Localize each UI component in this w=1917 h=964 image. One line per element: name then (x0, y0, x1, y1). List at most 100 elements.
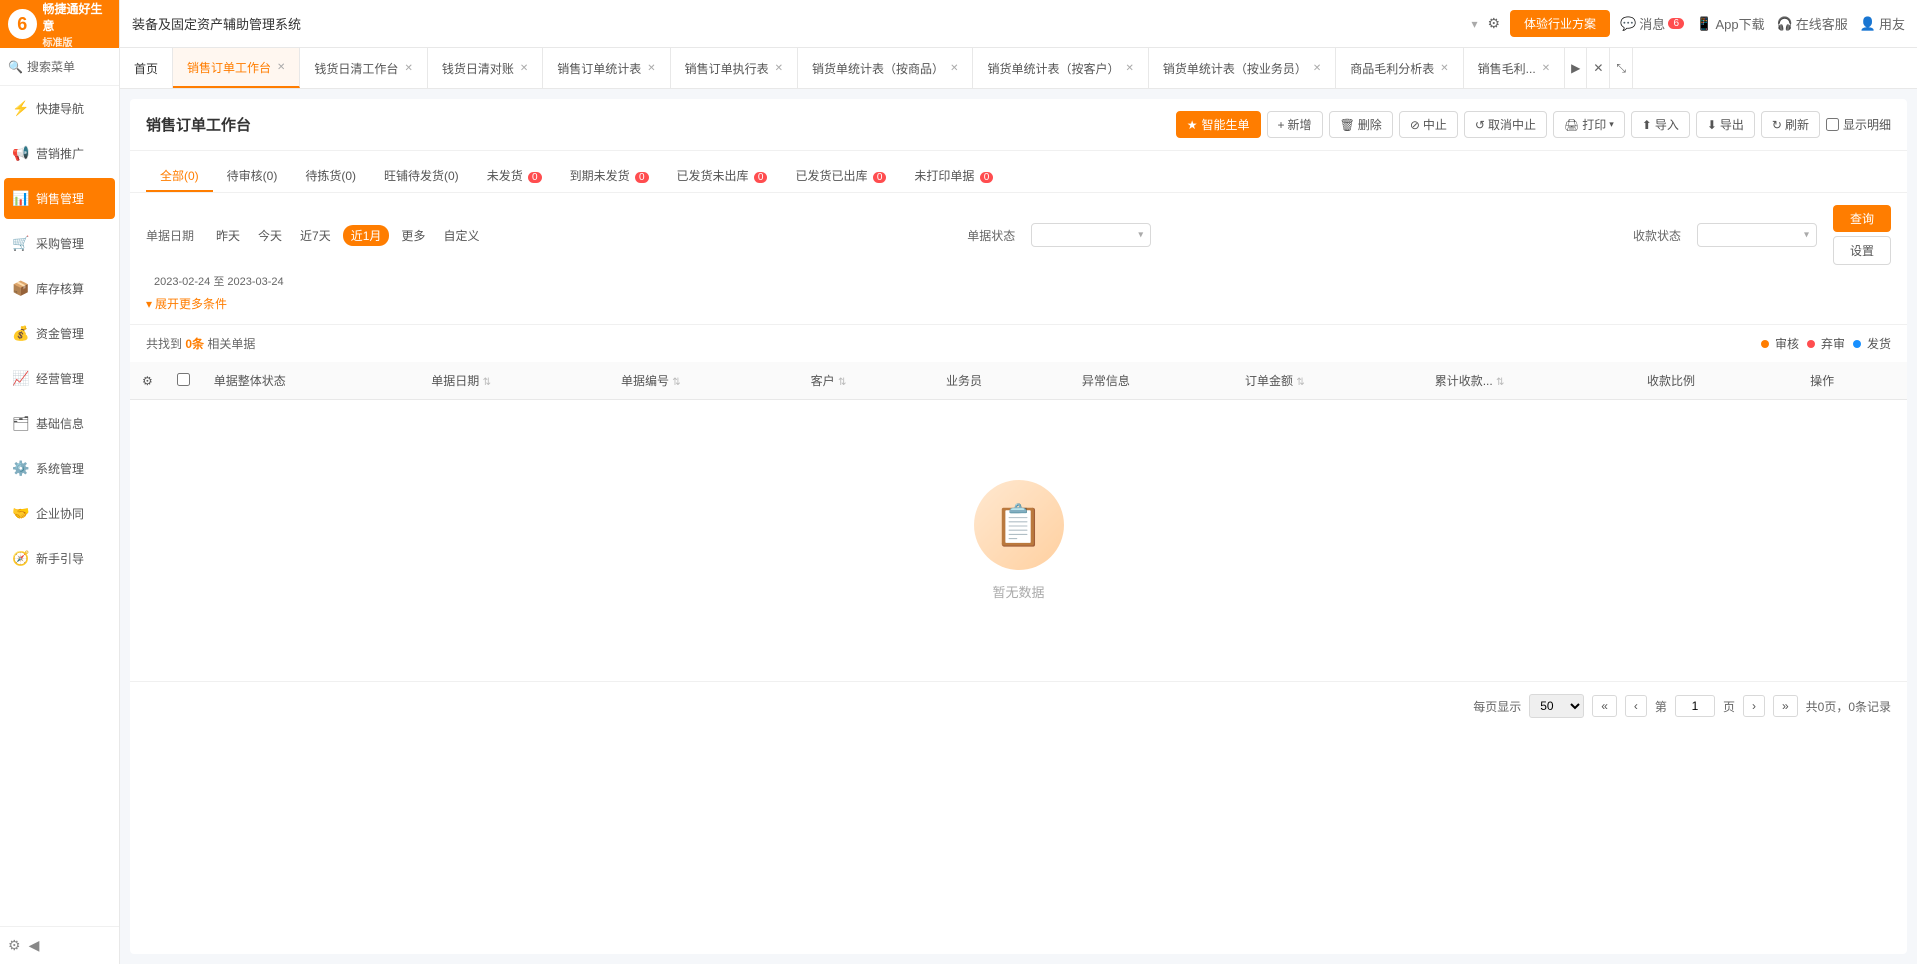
ship-action-btn[interactable]: 发货 (1853, 335, 1891, 352)
subtab-wangpu[interactable]: 旺铺待发货(0) (370, 161, 473, 192)
tab-sales-product-close[interactable]: ✕ (950, 63, 958, 74)
sidebar-item-marketing[interactable]: 📢 营销推广 (4, 133, 115, 174)
tab-sales-workbench[interactable]: 销售订单工作台 ✕ (173, 48, 300, 88)
show-detail-checkbox[interactable] (1826, 118, 1839, 131)
date-option-yesterday[interactable]: 昨天 (210, 225, 246, 246)
delete-btn[interactable]: 🗑 删除 (1329, 111, 1393, 138)
tab-sales-stat[interactable]: 销售订单统计表 ✕ (543, 48, 670, 88)
sidebar-item-operation[interactable]: 📈 经营管理 (4, 358, 115, 399)
col-salesperson[interactable]: 业务员 (934, 362, 1070, 400)
page-content: 销售订单工作台 ★ 智能生单 + 新增 🗑 删除 ⊘ (130, 99, 1907, 954)
tab-sales-staff[interactable]: 销货单统计表（按业务员） ✕ (1149, 48, 1336, 88)
page-number-input[interactable] (1675, 695, 1715, 717)
sidebar-item-guide[interactable]: 🧭 新手引导 (4, 538, 115, 579)
prev-page-btn[interactable]: ‹ (1625, 695, 1647, 717)
select-all-checkbox[interactable] (177, 373, 190, 386)
tab-product-margin[interactable]: 商品毛利分析表 ✕ (1336, 48, 1463, 88)
next-page-btn[interactable]: › (1743, 695, 1765, 717)
tab-sales-more-close[interactable]: ✕ (1542, 63, 1550, 74)
col-collection-ratio[interactable]: 收款比例 (1635, 362, 1798, 400)
tab-sales-staff-close[interactable]: ✕ (1313, 63, 1321, 74)
print-btn[interactable]: 🖨 打印 ▾ (1553, 111, 1625, 138)
date-option-7days[interactable]: 近7天 (294, 225, 337, 246)
tab-restore-btn[interactable]: ⤡ (1610, 48, 1633, 88)
tab-home[interactable]: 首页 (120, 48, 173, 88)
tab-sales-customer-close[interactable]: ✕ (1125, 63, 1133, 74)
filter-settings-btn[interactable]: 设置 (1833, 236, 1891, 265)
sidebar-item-quicknav[interactable]: ⚡ 快捷导航 (4, 88, 115, 129)
col-bill-no[interactable]: 单据编号 ⇅ (609, 362, 799, 400)
user-avatar-btn[interactable]: 👤 用友 (1860, 14, 1905, 33)
settings-icon[interactable]: ⚙ (1487, 15, 1500, 32)
show-detail-label[interactable]: 显示明细 (1826, 116, 1891, 133)
col-collected[interactable]: 累计收款... ⇅ (1423, 362, 1635, 400)
cancel-pause-btn[interactable]: ↺ 取消中止 (1464, 111, 1547, 138)
refresh-btn[interactable]: ↻ 刷新 (1761, 111, 1820, 138)
subtab-shipped-not-out[interactable]: 已发货未出库 0 (663, 161, 782, 192)
tab-sales-exec[interactable]: 销售订单执行表 ✕ (671, 48, 798, 88)
expand-filter-btn[interactable]: ▾ 展开更多条件 (146, 295, 227, 312)
col-customer[interactable]: 客户 ⇅ (799, 362, 934, 400)
tab-sales-workbench-close[interactable]: ✕ (277, 62, 285, 73)
query-btn[interactable]: 查询 (1833, 205, 1891, 232)
dropdown-arrow-icon[interactable]: ▾ (1471, 17, 1477, 31)
tab-sales-product[interactable]: 销货单统计表（按商品） ✕ (798, 48, 973, 88)
online-service-btn[interactable]: 🎧 在线客服 (1777, 14, 1848, 33)
review-action-btn[interactable]: 审核 (1761, 335, 1799, 352)
date-option-today[interactable]: 今天 (252, 225, 288, 246)
sidebar-item-enterprise[interactable]: 🤝 企业协同 (4, 493, 115, 534)
first-page-btn[interactable]: « (1592, 695, 1617, 717)
app-download-btn[interactable]: 📱 App下载 (1696, 14, 1764, 33)
add-btn[interactable]: + 新增 (1267, 111, 1323, 138)
industry-solution-btn[interactable]: 体验行业方案 (1510, 10, 1610, 37)
status-select[interactable] (1031, 223, 1151, 247)
tab-cash-daily-close[interactable]: ✕ (404, 63, 412, 74)
tab-cash-daily[interactable]: 钱货日清工作台 ✕ (300, 48, 427, 88)
subtab-not-shipped[interactable]: 未发货 0 (473, 161, 556, 192)
sidebar-item-basicinfo[interactable]: 🗂 基础信息 (4, 403, 115, 444)
tab-product-margin-close[interactable]: ✕ (1440, 63, 1448, 74)
subtab-overdue-not-shipped[interactable]: 到期未发货 0 (556, 161, 663, 192)
sidebar-item-search[interactable]: 🔍 搜索菜单 (0, 48, 119, 86)
last-page-btn[interactable]: » (1773, 695, 1798, 717)
col-order-amount[interactable]: 订单金额 ⇅ (1233, 362, 1423, 400)
tab-sales-exec-close[interactable]: ✕ (775, 63, 783, 74)
tab-cash-reconcile-close[interactable]: ✕ (520, 63, 528, 74)
subtab-shipped-out[interactable]: 已发货已出库 0 (781, 161, 900, 192)
page-size-select[interactable]: 50 10 20 100 (1529, 694, 1584, 718)
date-option-custom[interactable]: 自定义 (437, 225, 485, 246)
col-bill-date[interactable]: 单据日期 ⇅ (419, 362, 609, 400)
sidebar-item-system[interactable]: ⚙️ 系统管理 (4, 448, 115, 489)
col-exception[interactable]: 异常信息 (1070, 362, 1233, 400)
date-option-more[interactable]: 更多 (395, 225, 431, 246)
col-settings[interactable]: ⚙ (130, 362, 165, 400)
message-btn[interactable]: 💬 消息 6 (1620, 14, 1684, 33)
export-btn[interactable]: ⬇ 导出 (1696, 111, 1755, 138)
settings-footer-btn[interactable]: ⚙ (8, 937, 21, 954)
tab-cash-reconcile[interactable]: 钱货日清对账 ✕ (428, 48, 543, 88)
pause-btn[interactable]: ⊘ 中止 (1399, 111, 1458, 138)
col-bill-status[interactable]: 单据整体状态 (202, 362, 419, 400)
subtab-not-printed[interactable]: 未打印单据 0 (900, 161, 1007, 192)
subtab-all[interactable]: 全部(0) (146, 161, 213, 192)
date-options: 昨天 今天 近7天 近1月 更多 自定义 (210, 225, 485, 246)
collection-select[interactable] (1697, 223, 1817, 247)
smart-create-btn[interactable]: ★ 智能生单 (1176, 111, 1261, 138)
date-option-1month[interactable]: 近1月 (343, 225, 390, 246)
col-checkbox[interactable] (165, 362, 202, 400)
cancel-review-action-btn[interactable]: 弃审 (1807, 335, 1845, 352)
import-btn[interactable]: ⬆ 导入 (1631, 111, 1690, 138)
collapse-sidebar-btn[interactable]: ◀ (29, 937, 40, 954)
marketing-icon: 📢 (12, 145, 30, 162)
sidebar-item-sales[interactable]: 📊 销售管理 (4, 178, 115, 219)
subtab-pending-review[interactable]: 待审核(0) (213, 161, 292, 192)
tab-close-all-btn[interactable]: ✕ (1587, 48, 1610, 88)
tab-sales-customer[interactable]: 销货单统计表（按客户） ✕ (973, 48, 1148, 88)
tab-sales-stat-close[interactable]: ✕ (647, 63, 655, 74)
subtab-pending-inspect[interactable]: 待拣货(0) (291, 161, 370, 192)
sidebar-item-inventory[interactable]: 📦 库存核算 (4, 268, 115, 309)
tab-sales-more[interactable]: 销售毛利... ✕ (1464, 48, 1565, 88)
sidebar-item-purchase[interactable]: 🛒 采购管理 (4, 223, 115, 264)
sidebar-item-finance[interactable]: 💰 资金管理 (4, 313, 115, 354)
tab-scroll-right-btn[interactable]: ▶ (1565, 48, 1587, 88)
